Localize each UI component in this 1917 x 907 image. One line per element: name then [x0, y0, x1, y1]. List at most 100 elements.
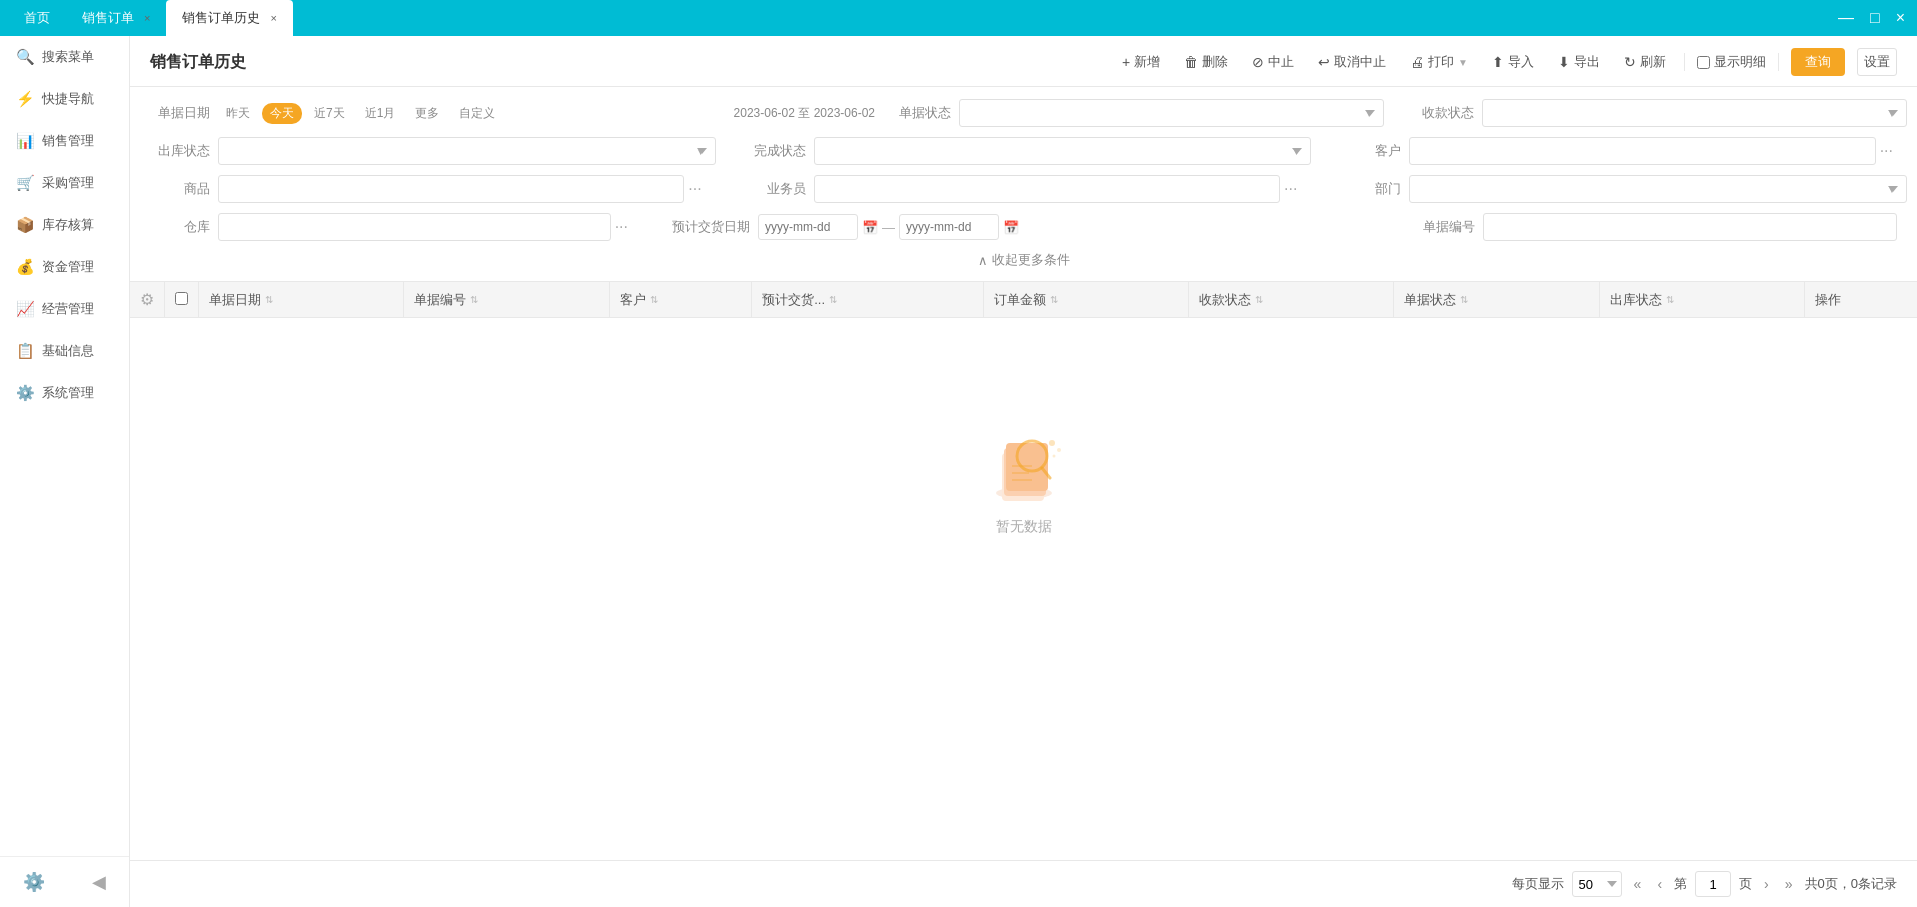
- th-action-label: 操作: [1815, 292, 1841, 307]
- warehouse-status-field: 出库状态 ▼: [150, 137, 706, 165]
- th-customer-label: 客户: [620, 291, 646, 309]
- sidebar-item-basic-info-label: 基础信息: [42, 342, 94, 360]
- expected-date-from[interactable]: [758, 214, 858, 240]
- customer-ellipsis[interactable]: ···: [1876, 142, 1897, 160]
- th-order-no-sort[interactable]: 单据编号 ⇅: [414, 291, 598, 309]
- date-chip-yesterday[interactable]: 昨天: [218, 103, 258, 124]
- sidebar-item-sales-mgmt[interactable]: 📊 销售管理: [0, 120, 129, 162]
- new-button[interactable]: + 新增: [1116, 49, 1166, 75]
- last-page-button[interactable]: »: [1781, 874, 1797, 894]
- delete-label: 删除: [1202, 53, 1228, 71]
- delete-button[interactable]: 🗑 删除: [1178, 49, 1234, 75]
- expected-date-label: 预计交货日期: [672, 218, 750, 236]
- th-order-status-sort[interactable]: 单据状态 ⇅: [1404, 291, 1588, 309]
- tab-sales-order[interactable]: 销售订单 ×: [66, 0, 166, 36]
- close-button[interactable]: ×: [1892, 5, 1909, 31]
- sidebar-item-inventory-check[interactable]: 📦 库存核算: [0, 204, 129, 246]
- th-warehouse-status-sort[interactable]: 出库状态 ⇅: [1610, 291, 1794, 309]
- th-expected-date-sort[interactable]: 预计交货... ⇅: [762, 291, 973, 309]
- date-label: 单据日期: [150, 104, 210, 122]
- table-header-row: ⚙ 单据日期 ⇅ 单据编号: [130, 282, 1917, 318]
- cancel-stop-button[interactable]: ↩ 取消中止: [1312, 49, 1392, 75]
- order-status-select[interactable]: [959, 99, 1384, 127]
- salesperson-ellipsis[interactable]: ···: [1280, 180, 1301, 198]
- refresh-button[interactable]: ↻ 刷新: [1618, 49, 1672, 75]
- date-chip-more[interactable]: 更多: [407, 103, 447, 124]
- date-chip-today[interactable]: 今天: [262, 103, 302, 124]
- sidebar-item-operations-mgmt-label: 经营管理: [42, 300, 94, 318]
- sidebar-settings-icon[interactable]: ⚙️: [17, 865, 51, 899]
- sidebar-item-finance-mgmt[interactable]: 💰 资金管理: [0, 246, 129, 288]
- calendar-icon-to[interactable]: 📅: [1003, 220, 1019, 235]
- sidebar-item-system-mgmt[interactable]: ⚙️ 系统管理: [0, 372, 129, 414]
- prev-page-button[interactable]: ‹: [1653, 874, 1666, 894]
- th-checkbox: [165, 282, 199, 318]
- complete-status-select[interactable]: [814, 137, 1312, 165]
- maximize-button[interactable]: □: [1866, 5, 1884, 31]
- date-chip-7days[interactable]: 近7天: [306, 103, 353, 124]
- print-button[interactable]: 🖨 打印 ▼: [1404, 49, 1474, 75]
- salesperson-input[interactable]: [814, 175, 1280, 203]
- salesperson-label: 业务员: [746, 180, 806, 198]
- query-button[interactable]: 查询: [1791, 48, 1845, 76]
- warehouse-status-select[interactable]: [218, 137, 716, 165]
- th-customer-sort[interactable]: 客户 ⇅: [620, 291, 742, 309]
- tab-sales-order-close[interactable]: ×: [144, 12, 150, 24]
- first-page-button[interactable]: «: [1630, 874, 1646, 894]
- sidebar-item-search-menu[interactable]: 🔍 搜索菜单: [0, 36, 129, 78]
- tab-sales-order-history-close[interactable]: ×: [270, 12, 276, 24]
- th-amount-sort[interactable]: 订单金额 ⇅: [994, 291, 1178, 309]
- th-date-sort[interactable]: 单据日期 ⇅: [209, 291, 393, 309]
- settings-button[interactable]: 设置: [1857, 48, 1897, 76]
- product-ellipsis[interactable]: ···: [684, 180, 705, 198]
- department-select[interactable]: [1409, 175, 1907, 203]
- table-settings-icon[interactable]: ⚙: [140, 291, 154, 308]
- next-page-button[interactable]: ›: [1760, 874, 1773, 894]
- warehouse-ellipsis[interactable]: ···: [611, 218, 632, 236]
- stop-button[interactable]: ⊘ 中止: [1246, 49, 1300, 75]
- import-button[interactable]: ⬆ 导入: [1486, 49, 1540, 75]
- sidebar-collapse-icon[interactable]: ◀: [86, 865, 112, 899]
- per-page-select[interactable]: 50 10 20 100: [1572, 871, 1622, 897]
- date-from-display: 2023-06-02: [734, 106, 795, 120]
- warehouse-field: 仓库 ···: [150, 213, 632, 241]
- minimize-button[interactable]: —: [1834, 5, 1858, 31]
- date-chip-custom[interactable]: 自定义: [451, 103, 503, 124]
- select-all-checkbox[interactable]: [175, 292, 188, 305]
- collapse-label: 收起更多条件: [992, 251, 1070, 269]
- sidebar-item-purchase-mgmt-label: 采购管理: [42, 174, 94, 192]
- department-field: 部门 ▼: [1341, 175, 1897, 203]
- tab-sales-order-history[interactable]: 销售订单历史 ×: [166, 0, 292, 36]
- sidebar-item-basic-info[interactable]: 📋 基础信息: [0, 330, 129, 372]
- cancel-stop-icon: ↩: [1318, 54, 1330, 70]
- th-receipt-status-sort-icon: ⇅: [1255, 294, 1263, 305]
- sidebar-item-purchase-mgmt[interactable]: 🛒 采购管理: [0, 162, 129, 204]
- order-no-input[interactable]: [1483, 213, 1897, 241]
- order-status-label: 单据状态: [891, 104, 951, 122]
- sidebar-bottom: ⚙️ ◀: [0, 856, 129, 907]
- warehouse-input[interactable]: [218, 213, 611, 241]
- show-detail-checkbox[interactable]: [1697, 56, 1710, 69]
- page-number-input[interactable]: [1695, 871, 1731, 897]
- receipt-status-select[interactable]: [1482, 99, 1907, 127]
- th-expected-date-label: 预计交货...: [762, 291, 825, 309]
- sidebar-item-operations-mgmt[interactable]: 📈 经营管理: [0, 288, 129, 330]
- customer-label: 客户: [1341, 142, 1401, 160]
- customer-input[interactable]: [1409, 137, 1875, 165]
- product-input[interactable]: [218, 175, 684, 203]
- tab-home[interactable]: 首页: [8, 0, 66, 36]
- table-footer: 每页显示 50 10 20 100 « ‹ 第 页 › » 共0页，0条记录: [130, 860, 1917, 907]
- sidebar-item-quick-nav[interactable]: ⚡ 快捷导航: [0, 78, 129, 120]
- th-receipt-status-sort[interactable]: 收款状态 ⇅: [1199, 291, 1383, 309]
- sidebar-item-search-menu-label: 搜索菜单: [42, 48, 94, 66]
- date-chip-1month[interactable]: 近1月: [357, 103, 404, 124]
- system-mgmt-icon: ⚙️: [16, 384, 34, 402]
- calendar-icon-from[interactable]: 📅: [862, 220, 878, 235]
- collapse-more-btn[interactable]: ∧ 收起更多条件: [978, 251, 1070, 269]
- show-detail-label: 显示明细: [1714, 53, 1766, 71]
- show-detail-toggle[interactable]: 显示明细: [1697, 53, 1766, 71]
- export-button[interactable]: ⬇ 导出: [1552, 49, 1606, 75]
- receipt-status-field: 收款状态 ▼: [1414, 99, 1897, 127]
- toolbar: + 新增 🗑 删除 ⊘ 中止 ↩ 取消中止: [1116, 48, 1897, 76]
- expected-date-to[interactable]: [899, 214, 999, 240]
